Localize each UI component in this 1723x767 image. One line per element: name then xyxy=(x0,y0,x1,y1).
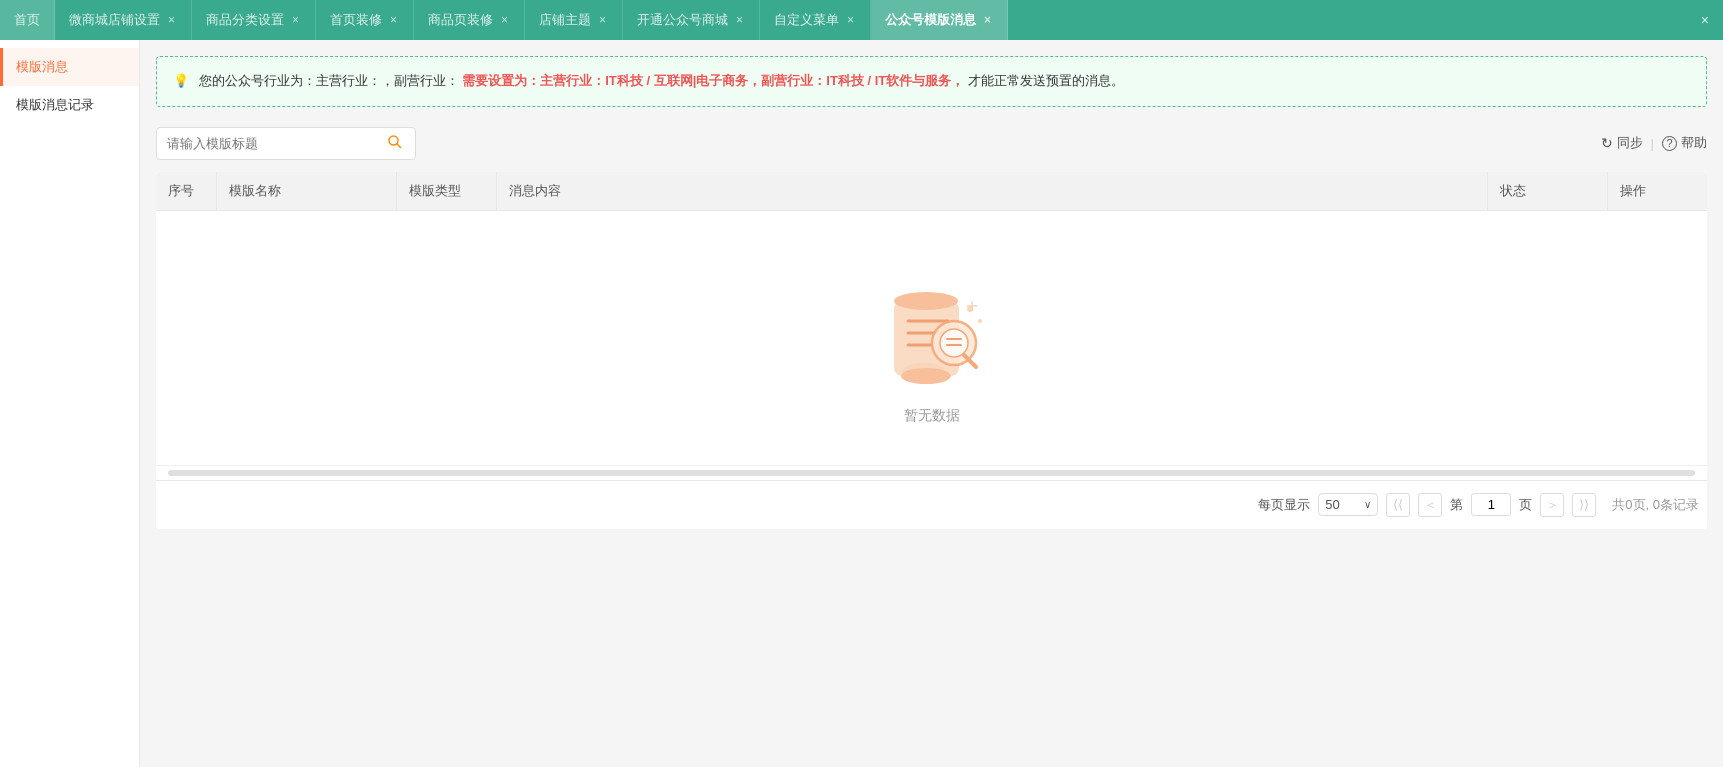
close-tab-category-settings[interactable]: × xyxy=(290,13,301,27)
table-header: 序号 模版名称 模版类型 消息内容 状态 操作 xyxy=(156,172,1707,211)
help-button[interactable]: ? 帮助 xyxy=(1662,134,1707,152)
pagination: 每页显示 50 ∨ ⟨⟨ ＜ 第 页 ＞ ⟩⟩ 共0页, 0条记录 xyxy=(156,480,1707,529)
col-header-name: 模版名称 xyxy=(216,172,396,211)
help-label: 帮助 xyxy=(1681,134,1707,152)
nav-tab-home-label: 首页 xyxy=(14,11,40,29)
empty-illustration xyxy=(872,271,992,391)
nav-tab-product-decor[interactable]: 商品页装修 × xyxy=(414,0,525,40)
col-header-action: 操作 xyxy=(1607,172,1707,211)
close-tab-template-msg[interactable]: × xyxy=(982,13,993,27)
sync-button[interactable]: ↻ 同步 xyxy=(1601,134,1643,152)
nav-tab-category-settings[interactable]: 商品分类设置 × xyxy=(192,0,316,40)
close-tab-product-decor[interactable]: × xyxy=(499,13,510,27)
notice-suffix-text: 才能正常发送预置的消息。 xyxy=(968,73,1124,88)
toolbar-right: ↻ 同步 | ? 帮助 xyxy=(1601,134,1707,152)
toolbar-divider: | xyxy=(1651,136,1654,151)
sidebar-item-template-msg-label: 模版消息 xyxy=(16,59,68,74)
sync-label: 同步 xyxy=(1617,134,1643,152)
col-header-type: 模版类型 xyxy=(396,172,496,211)
notice-icon: 💡 xyxy=(173,73,189,88)
nav-tab-category-settings-label: 商品分类设置 xyxy=(206,11,284,29)
nav-tab-product-decor-label: 商品页装修 xyxy=(428,11,493,29)
nav-tab-template-msg-label: 公众号模版消息 xyxy=(885,11,976,29)
nav-tab-homepage-decor[interactable]: 首页装修 × xyxy=(316,0,414,40)
search-bar: ↻ 同步 | ? 帮助 xyxy=(156,127,1707,160)
nav-tab-open-mall[interactable]: 开通公众号商城 × xyxy=(623,0,760,40)
total-info: 共0页, 0条记录 xyxy=(1612,496,1699,514)
col-header-content: 消息内容 xyxy=(496,172,1487,211)
close-tab-homepage-decor[interactable]: × xyxy=(388,13,399,27)
page-prefix-label: 第 xyxy=(1450,496,1463,514)
empty-state: 暂无数据 xyxy=(156,211,1707,465)
scroll-track xyxy=(156,465,1707,480)
nav-tab-store-theme[interactable]: 店铺主题 × xyxy=(525,0,623,40)
main-layout: 模版消息 模版消息记录 💡 您的公众号行业为：主营行业：，副营行业： 需要设置为… xyxy=(0,40,1723,767)
sidebar: 模版消息 模版消息记录 xyxy=(0,40,140,767)
page-suffix-label: 页 xyxy=(1519,496,1532,514)
search-input[interactable] xyxy=(157,130,377,157)
svg-point-4 xyxy=(894,292,958,310)
top-nav: 首页 微商城店铺设置 × 商品分类设置 × 首页装修 × 商品页装修 × 店铺主… xyxy=(0,0,1723,40)
pagination-prev-button[interactable]: ＜ xyxy=(1418,493,1442,517)
page-number-input[interactable] xyxy=(1471,493,1511,516)
page-size-chevron-icon: ∨ xyxy=(1364,499,1371,510)
search-input-wrap xyxy=(156,127,416,160)
page-size-select[interactable]: 50 ∨ xyxy=(1318,493,1378,516)
search-button[interactable] xyxy=(377,128,413,159)
nav-tab-custom-menu-label: 自定义菜单 xyxy=(774,11,839,29)
close-all-tabs-button[interactable]: × xyxy=(1687,0,1723,40)
notice-highlight-text: 需要设置为：主营行业：IT科技 / 互联网|电子商务，副营行业：IT科技 / I… xyxy=(462,73,964,88)
sync-icon: ↻ xyxy=(1601,135,1613,151)
page-size-value: 50 xyxy=(1325,497,1339,512)
sidebar-item-template-msg[interactable]: 模版消息 xyxy=(0,48,139,86)
pagination-first-button[interactable]: ⟨⟨ xyxy=(1386,493,1410,517)
close-tab-store-theme[interactable]: × xyxy=(597,13,608,27)
data-table-container: 序号 模版名称 模版类型 消息内容 状态 操作 xyxy=(156,172,1707,529)
sidebar-item-template-msg-log-label: 模版消息记录 xyxy=(16,97,94,112)
close-tab-custom-menu[interactable]: × xyxy=(845,13,856,27)
content-area: 💡 您的公众号行业为：主营行业：，副营行业： 需要设置为：主营行业：IT科技 /… xyxy=(140,40,1723,767)
close-tab-store-settings[interactable]: × xyxy=(166,13,177,27)
help-icon: ? xyxy=(1662,136,1677,151)
pagination-last-button[interactable]: ⟩⟩ xyxy=(1572,493,1596,517)
col-header-index: 序号 xyxy=(156,172,216,211)
nav-tab-home[interactable]: 首页 xyxy=(0,0,55,40)
svg-line-1 xyxy=(397,144,401,148)
svg-point-15 xyxy=(978,319,982,323)
col-header-status: 状态 xyxy=(1487,172,1607,211)
nav-tab-homepage-decor-label: 首页装修 xyxy=(330,11,382,29)
sidebar-item-template-msg-log[interactable]: 模版消息记录 xyxy=(0,86,139,124)
page-size-label: 每页显示 xyxy=(1258,496,1310,514)
nav-tab-open-mall-label: 开通公众号商城 xyxy=(637,11,728,29)
nav-tab-template-msg[interactable]: 公众号模版消息 × xyxy=(871,0,1008,40)
nav-tab-store-settings[interactable]: 微商城店铺设置 × xyxy=(55,0,192,40)
nav-tab-store-theme-label: 店铺主题 xyxy=(539,11,591,29)
empty-text: 暂无数据 xyxy=(904,407,960,425)
notice-prefix-text: 您的公众号行业为：主营行业：，副营行业： xyxy=(199,73,459,88)
svg-point-5 xyxy=(901,368,951,384)
close-tab-open-mall[interactable]: × xyxy=(734,13,745,27)
scroll-bar[interactable] xyxy=(168,470,1695,476)
nav-tab-custom-menu[interactable]: 自定义菜单 × xyxy=(760,0,871,40)
pagination-next-button[interactable]: ＞ xyxy=(1540,493,1564,517)
svg-point-10 xyxy=(940,329,968,357)
nav-tab-store-settings-label: 微商城店铺设置 xyxy=(69,11,160,29)
data-table: 序号 模版名称 模版类型 消息内容 状态 操作 xyxy=(156,172,1707,211)
notice-box: 💡 您的公众号行业为：主营行业：，副营行业： 需要设置为：主营行业：IT科技 /… xyxy=(156,56,1707,107)
